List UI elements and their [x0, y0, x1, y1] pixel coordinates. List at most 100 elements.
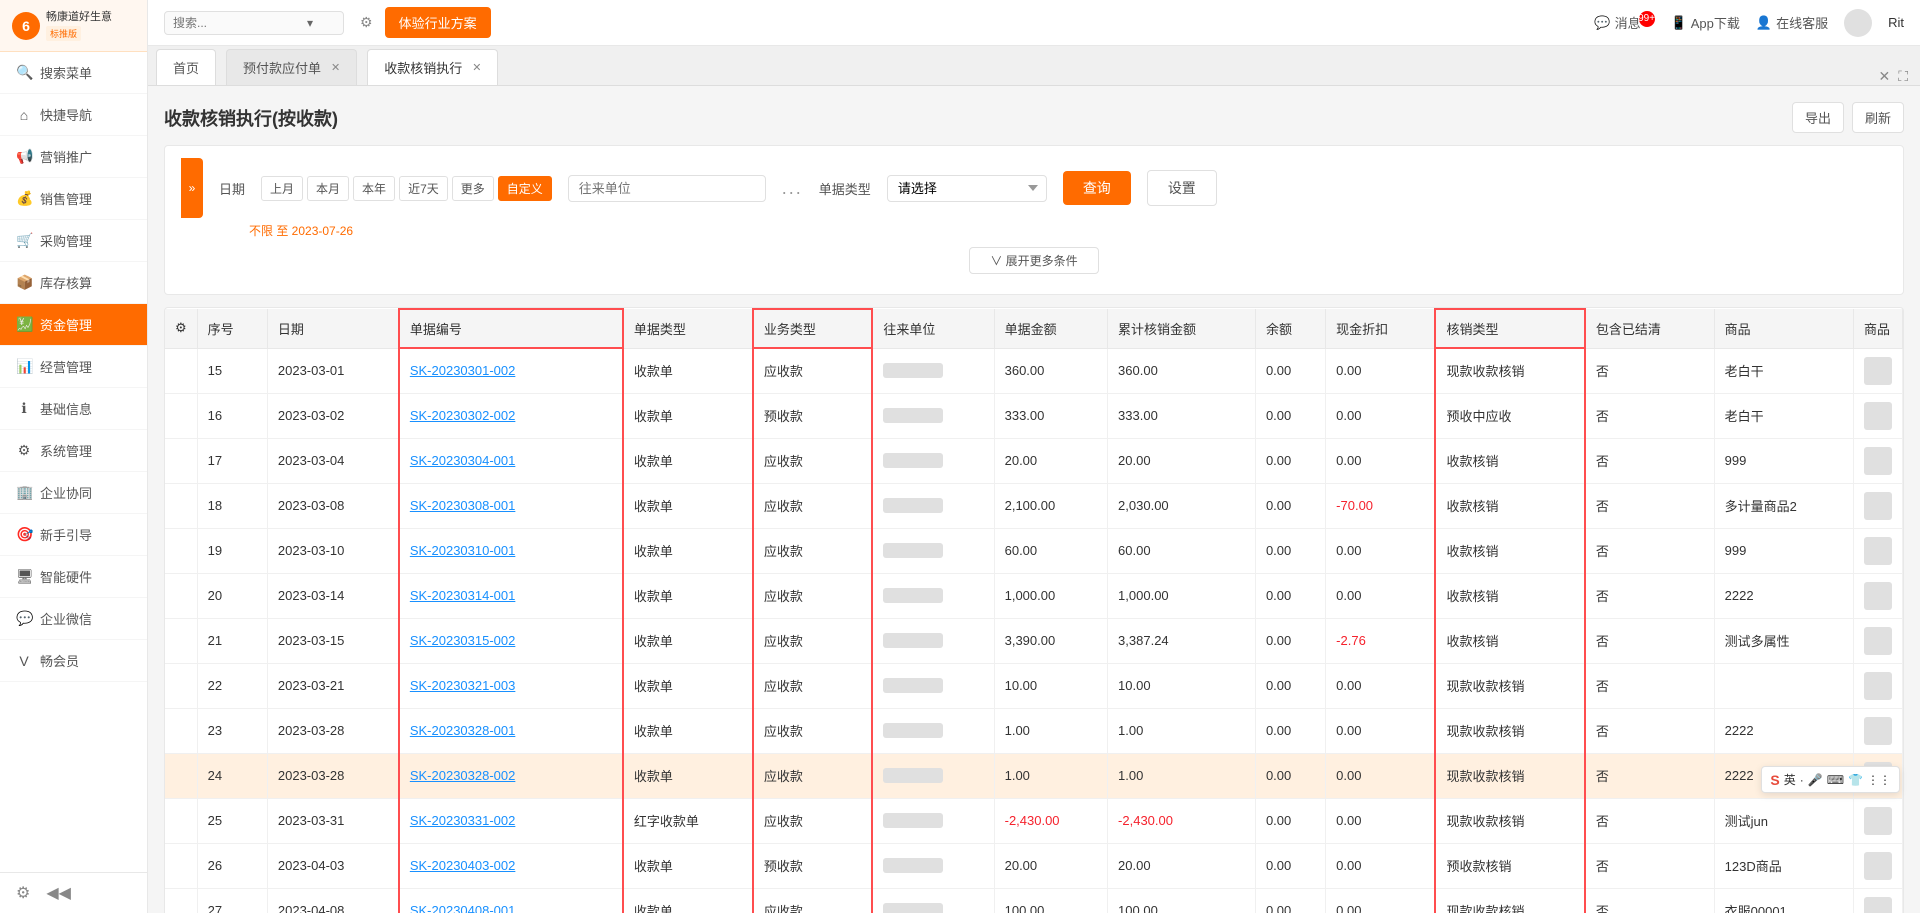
sidebar-item-label: 搜索菜单	[40, 63, 92, 82]
cell-checkbox[interactable]	[165, 843, 197, 888]
sidebar-item-search[interactable]: 🔍 搜索菜单	[0, 52, 147, 94]
sidebar-item-operation[interactable]: 📊 经营管理	[0, 346, 147, 388]
table-row[interactable]: 202023-03-14SK-20230314-001收款单应收款██████1…	[165, 573, 1903, 618]
cell-checkbox[interactable]	[165, 528, 197, 573]
table-row[interactable]: 252023-03-31SK-20230331-002红字收款单应收款█████…	[165, 798, 1903, 843]
topbar-gear-icon[interactable]: ⚙	[360, 14, 373, 31]
cell-checkbox[interactable]	[165, 438, 197, 483]
cell-bill-no[interactable]: SK-20230403-002	[399, 843, 623, 888]
cell-bill-no[interactable]: SK-20230310-001	[399, 528, 623, 573]
cell-checkbox[interactable]	[165, 573, 197, 618]
enterprise-icon: 🏢	[16, 484, 32, 501]
tab-maximize-icon[interactable]: ⛶	[1898, 68, 1908, 85]
cell-bill-no[interactable]: SK-20230321-003	[399, 663, 623, 708]
topbar-dropdown-icon[interactable]: ▾	[307, 16, 313, 30]
sidebar-item-member[interactable]: V 畅会员	[0, 640, 147, 682]
cell-bill-no[interactable]: SK-20230304-001	[399, 438, 623, 483]
filter-this-year-btn[interactable]: 本年	[353, 176, 395, 201]
tab-prepay-close-icon[interactable]: ✕	[331, 61, 340, 74]
cell-checkbox[interactable]	[165, 708, 197, 753]
cell-checkbox[interactable]	[165, 888, 197, 913]
cell-checkbox[interactable]	[165, 348, 197, 393]
cell-checkbox[interactable]	[165, 753, 197, 798]
cell-checkbox[interactable]	[165, 483, 197, 528]
cell-bill-no[interactable]: SK-20230314-001	[399, 573, 623, 618]
cell-bill-no[interactable]: SK-20230301-002	[399, 348, 623, 393]
tab-collection-close-icon[interactable]: ✕	[472, 61, 481, 74]
cell-bill-no[interactable]: SK-20230302-002	[399, 393, 623, 438]
cell-bill-no[interactable]: SK-20230315-002	[399, 618, 623, 663]
filter-last-month-btn[interactable]: 上月	[261, 176, 303, 201]
refresh-button[interactable]: 刷新	[1852, 102, 1904, 133]
expand-conditions-btn[interactable]: ∨ 展开更多条件	[969, 247, 1098, 274]
th-write-off-type: 核销类型	[1435, 309, 1584, 348]
cell-write-off-type: 收款核销	[1435, 528, 1584, 573]
cell-bill-no[interactable]: SK-20230331-002	[399, 798, 623, 843]
sidebar-collapse-icon[interactable]: ◀◀	[46, 883, 71, 903]
counterparty-input[interactable]	[568, 175, 766, 202]
sidebar-item-sales[interactable]: 💰 销售管理	[0, 178, 147, 220]
sidebar-item-purchase[interactable]: 🛒 采购管理	[0, 220, 147, 262]
sidebar-item-wechat[interactable]: 💬 企业微信	[0, 598, 147, 640]
sidebar-item-marketing[interactable]: 📢 营销推广	[0, 136, 147, 178]
online-service-item[interactable]: 👤 在线客服	[1756, 13, 1828, 32]
bill-type-select[interactable]: 请选择	[887, 175, 1047, 202]
query-button[interactable]: 查询	[1063, 171, 1131, 205]
filter-this-month-btn[interactable]: 本月	[307, 176, 349, 201]
tab-prepay[interactable]: 预付款应付单 ✕	[226, 49, 357, 85]
cell-balance: 0.00	[1255, 483, 1325, 528]
cell-bill-no[interactable]: SK-20230308-001	[399, 483, 623, 528]
sidebar-settings-icon[interactable]: ⚙	[16, 883, 30, 903]
table-row[interactable]: 222023-03-21SK-20230321-003收款单应收款██████1…	[165, 663, 1903, 708]
cell-checkbox[interactable]	[165, 798, 197, 843]
sidebar-item-enterprise[interactable]: 🏢 企业协同	[0, 472, 147, 514]
sidebar-item-system[interactable]: ⚙ 系统管理	[0, 430, 147, 472]
cell-balance: 0.00	[1255, 393, 1325, 438]
table-row[interactable]: 262023-04-03SK-20230403-002收款单预收款██████2…	[165, 843, 1903, 888]
table-row[interactable]: 182023-03-08SK-20230308-001收款单应收款██████2…	[165, 483, 1903, 528]
cell-no: 27	[197, 888, 267, 913]
tab-home[interactable]: 首页	[156, 49, 216, 85]
sidebar-item-basic[interactable]: ℹ 基础信息	[0, 388, 147, 430]
topbar-search-input[interactable]	[173, 16, 303, 30]
tab-window-close-icon[interactable]: ✕	[1878, 68, 1890, 85]
th-settings[interactable]: ⚙	[165, 309, 197, 348]
export-button[interactable]: 导出	[1792, 102, 1844, 133]
app-download-item[interactable]: 📱 App下载	[1671, 13, 1740, 32]
table-row[interactable]: 272023-04-08SK-20230408-001收款单应收款██████1…	[165, 888, 1903, 913]
table-scroll[interactable]: ⚙ 序号 日期 单据编号 单据类型 业务类型 往来单位 单据金额 累计核销金额 …	[165, 308, 1903, 913]
settings-button[interactable]: 设置	[1147, 170, 1217, 206]
filter-more-btn[interactable]: 更多	[452, 176, 494, 201]
cell-bill-no[interactable]: SK-20230328-001	[399, 708, 623, 753]
filter-expand-arrow[interactable]: »	[181, 158, 203, 218]
cell-product-img	[1854, 528, 1903, 573]
table-row[interactable]: 192023-03-10SK-20230310-001收款单应收款██████6…	[165, 528, 1903, 573]
cell-checkbox[interactable]	[165, 393, 197, 438]
table-row[interactable]: 242023-03-28SK-20230328-002收款单应收款██████1…	[165, 753, 1903, 798]
sidebar-item-hardware[interactable]: 🖥 智能硬件	[0, 556, 147, 598]
filter-7days-btn[interactable]: 近7天	[399, 176, 448, 201]
table-row[interactable]: 212023-03-15SK-20230315-002收款单应收款██████3…	[165, 618, 1903, 663]
table-row[interactable]: 162023-03-02SK-20230302-002收款单预收款██████3…	[165, 393, 1903, 438]
sidebar-item-quick[interactable]: ⌂ 快捷导航	[0, 94, 147, 136]
cell-checkbox[interactable]	[165, 618, 197, 663]
sidebar-item-label: 营销推广	[40, 147, 92, 166]
cell-bill-no[interactable]: SK-20230408-001	[399, 888, 623, 913]
cell-bill-no[interactable]: SK-20230328-002	[399, 753, 623, 798]
cell-date: 2023-03-01	[267, 348, 398, 393]
cell-checkbox[interactable]	[165, 663, 197, 708]
sidebar-item-guide[interactable]: 🎯 新手引导	[0, 514, 147, 556]
sidebar-item-finance[interactable]: 💹 资金管理	[0, 304, 147, 346]
cell-include-settled: 否	[1585, 573, 1714, 618]
table-row[interactable]: 152023-03-01SK-20230301-002收款单应收款██████3…	[165, 348, 1903, 393]
industry-solution-button[interactable]: 体验行业方案	[385, 7, 491, 38]
sidebar-item-inventory[interactable]: 📦 库存核算	[0, 262, 147, 304]
user-avatar[interactable]	[1844, 9, 1872, 37]
filter-custom-btn[interactable]: 自定义	[498, 176, 552, 201]
notification-item[interactable]: 💬 消息 99+	[1594, 13, 1654, 32]
tab-collection[interactable]: 收款核销执行 ✕	[367, 49, 498, 85]
table-row[interactable]: 232023-03-28SK-20230328-001收款单应收款██████1…	[165, 708, 1903, 753]
table-row[interactable]: 172023-03-04SK-20230304-001收款单应收款██████2…	[165, 438, 1903, 483]
cell-bill-type: 收款单	[623, 663, 753, 708]
home-icon: ⌂	[16, 107, 32, 123]
